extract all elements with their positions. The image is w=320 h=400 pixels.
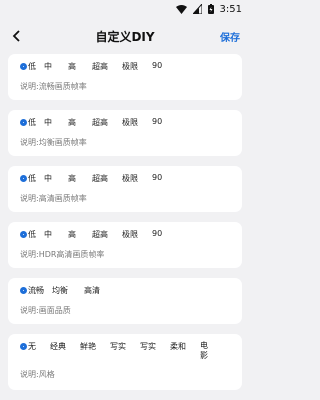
settings-list: 低 中 高 超高 极限 90 说明:流畅画质帧率 低 中 高 超高 极限 90 … [0,54,250,390]
option-radio[interactable]: 90 [152,229,176,238]
option-radio[interactable]: 超高 [92,117,122,128]
option-radio[interactable]: 中 [44,229,68,240]
settings-card-hdr: 低 中 高 超高 极限 90 说明:HDR高清画质帧率 [8,222,242,268]
settings-card-quality: 流畅 均衡 高清 说明:画面品质 [8,278,242,324]
option-group: 无 经典 鲜艳 写实 写实 柔和 电影 [20,341,232,367]
option-radio[interactable]: 超高 [92,61,122,72]
settings-card-balanced: 低 中 高 超高 极限 90 说明:均衡画质帧率 [8,110,242,156]
option-radio[interactable]: 高 [68,117,92,128]
option-radio[interactable]: 低 [20,117,44,128]
option-radio[interactable]: 极限 [122,173,152,184]
radio-selected-icon [20,119,27,126]
option-radio[interactable]: 高 [68,61,92,72]
card-description: 说明:HDR高清画质帧率 [20,250,105,259]
card-description: 说明:高清画质帧率 [20,194,87,203]
option-radio[interactable]: 90 [152,61,176,70]
option-radio[interactable]: 写实 [110,341,140,352]
option-radio[interactable]: 90 [152,117,176,126]
option-radio[interactable]: 经典 [50,341,80,352]
option-radio[interactable]: 鲜艳 [80,341,110,352]
save-button[interactable]: 保存 [220,29,240,44]
settings-card-smooth: 低 中 高 超高 极限 90 说明:流畅画质帧率 [8,54,242,100]
option-radio[interactable]: 高清 [84,285,116,296]
card-description: 说明:风格 [20,370,55,379]
option-radio[interactable]: 高 [68,173,92,184]
option-radio[interactable]: 超高 [92,173,122,184]
option-radio[interactable]: 高 [68,229,92,240]
settings-card-style: 无 经典 鲜艳 写实 写实 柔和 电影 说明:风格 [8,334,242,390]
radio-selected-icon [20,175,27,182]
option-radio[interactable]: 低 [20,229,44,240]
option-group: 低 中 高 超高 极限 90 [20,61,232,79]
option-radio[interactable]: 电影 [200,341,210,361]
option-radio[interactable]: 极限 [122,117,152,128]
option-radio[interactable]: 90 [152,173,176,182]
signal-icon [192,4,202,14]
option-radio[interactable]: 流畅 [20,285,52,296]
radio-selected-icon [20,231,27,238]
option-radio[interactable]: 中 [44,117,68,128]
option-group: 流畅 均衡 高清 [20,285,232,303]
app-bar: 自定义DIY 保存 [0,18,250,54]
option-group: 低 中 高 超高 极限 90 [20,173,232,191]
page-title: 自定义DIY [95,29,155,44]
status-time: 3:51 [219,3,242,15]
option-radio[interactable]: 极限 [122,229,152,240]
option-radio[interactable]: 写实 [140,341,170,352]
option-radio[interactable]: 超高 [92,229,122,240]
back-button[interactable] [8,26,24,46]
option-radio[interactable]: 均衡 [52,285,84,296]
radio-selected-icon [20,343,27,350]
back-arrow-icon [12,27,20,46]
option-radio[interactable]: 无 [20,341,50,352]
option-radio[interactable]: 中 [44,61,68,72]
card-description: 说明:流畅画质帧率 [20,82,87,91]
wifi-icon [175,4,187,14]
settings-card-hd: 低 中 高 超高 极限 90 说明:高清画质帧率 [8,166,242,212]
battery-icon [207,4,214,14]
card-description: 说明:均衡画质帧率 [20,138,87,147]
radio-selected-icon [20,63,27,70]
option-group: 低 中 高 超高 极限 90 [20,229,232,247]
option-radio[interactable]: 极限 [122,61,152,72]
radio-selected-icon [20,287,27,294]
option-radio[interactable]: 中 [44,173,68,184]
option-radio[interactable]: 柔和 [170,341,200,352]
card-description: 说明:画面品质 [20,306,71,315]
option-group: 低 中 高 超高 极限 90 [20,117,232,135]
option-radio[interactable]: 低 [20,173,44,184]
status-bar: 3:51 [0,0,250,18]
option-radio[interactable]: 低 [20,61,44,72]
